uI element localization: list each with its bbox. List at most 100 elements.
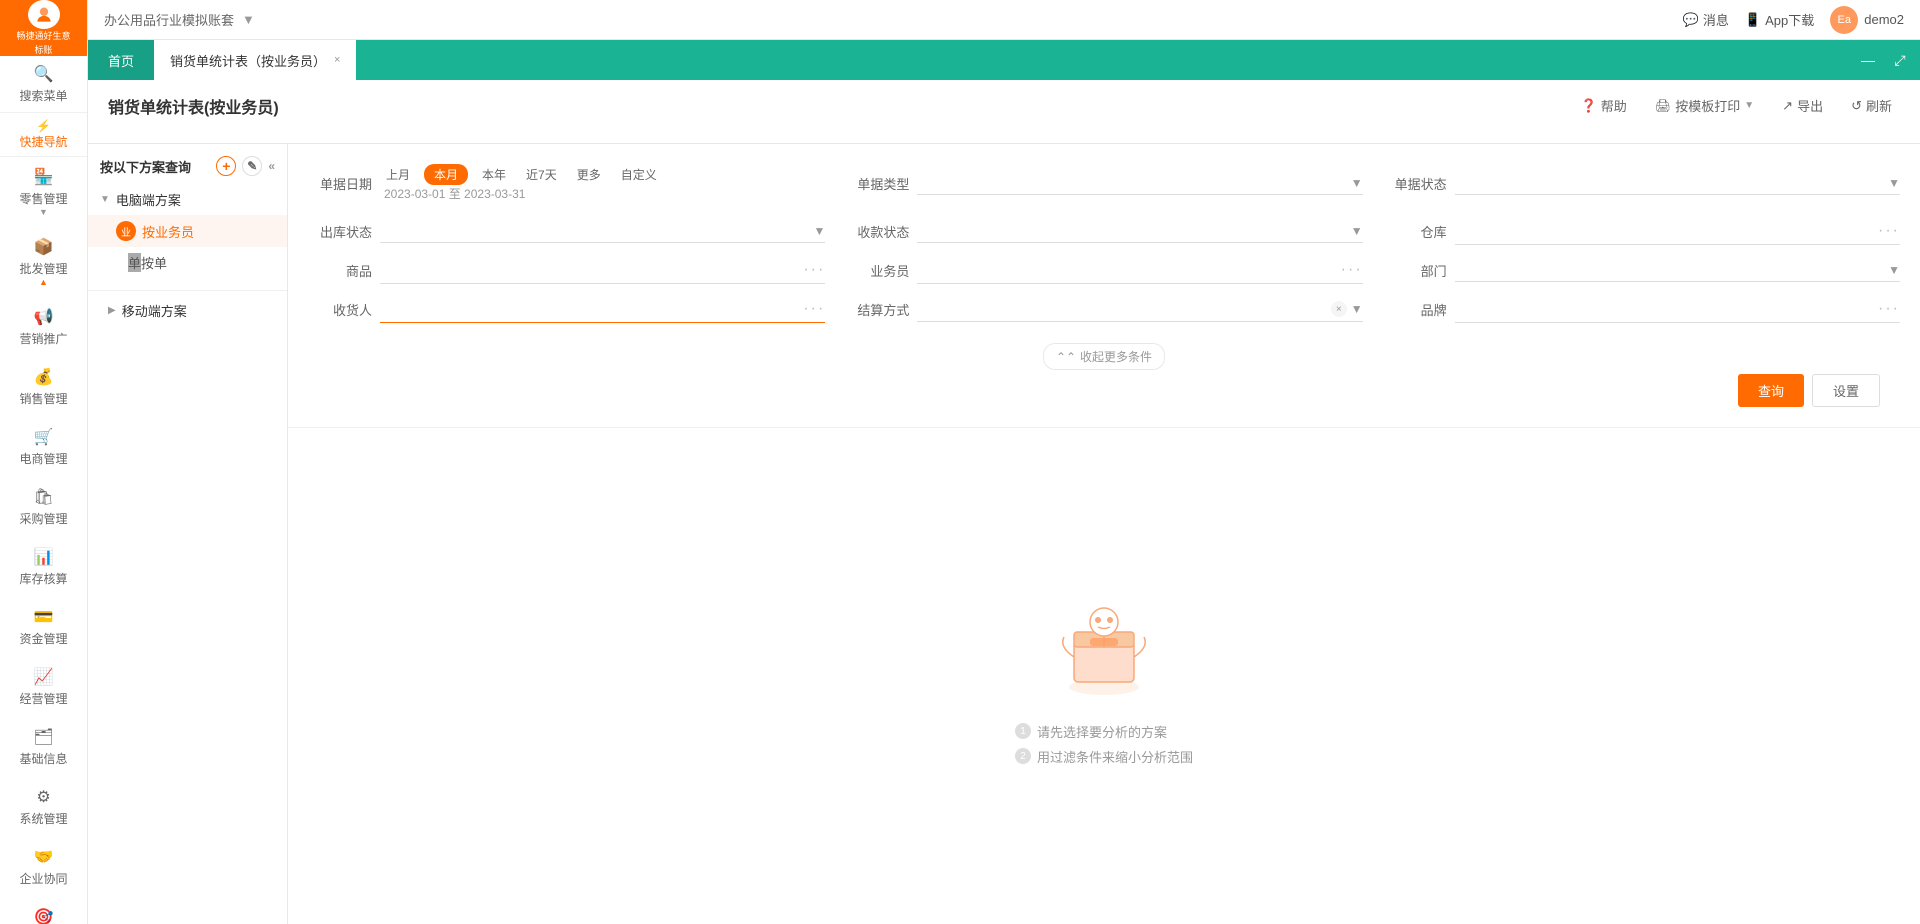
- warehouse-dots[interactable]: ···: [1878, 222, 1900, 240]
- sidebar-item-enterprise[interactable]: 🤝 企业协同: [0, 837, 87, 897]
- help-btn[interactable]: ❓ 帮助: [1573, 92, 1635, 119]
- inventory-icon: 📊: [34, 547, 54, 567]
- salesman-control[interactable]: ···: [917, 257, 1362, 284]
- date-tab-more[interactable]: 更多: [571, 164, 607, 185]
- tree-mobile-section: ▶ 移动端方案: [88, 295, 287, 334]
- date-tabs: 上月 本月 本年 近7天 更多 自定义: [380, 164, 663, 185]
- query-btn[interactable]: 查询: [1738, 374, 1804, 407]
- refresh-btn[interactable]: ↺ 刷新: [1843, 92, 1900, 119]
- message-btn[interactable]: 💬 消息: [1683, 10, 1729, 29]
- brand-label: 品牌: [1383, 300, 1455, 319]
- sidebar-item-inventory[interactable]: 📊 库存核算: [0, 537, 87, 597]
- receipt-status-label: 收款状态: [845, 222, 917, 241]
- consignee-dots[interactable]: ···: [803, 300, 825, 318]
- print-btn[interactable]: 🖨 按模板打印 ▼: [1647, 92, 1762, 119]
- setting-btn[interactable]: 设置: [1812, 374, 1880, 407]
- tree-mobile-header[interactable]: ▶ 移动端方案: [88, 295, 287, 326]
- settlement-label: 结算方式: [845, 300, 917, 319]
- tree-item-salesman[interactable]: 业 按业务员: [88, 215, 287, 247]
- mobile-section-label: 移动端方案: [122, 301, 187, 320]
- brand-control[interactable]: ···: [1455, 296, 1900, 323]
- sidebar-item-retail[interactable]: 🏪 零售管理 ▼: [0, 157, 87, 227]
- salesman-dots[interactable]: ···: [1341, 261, 1363, 279]
- retail-arrow: ▼: [39, 207, 48, 217]
- page-header-wrapper: 销货单统计表(按业务员) ❓ 帮助 🖨 按模板打印 ▼ ↗ 导出: [88, 80, 1920, 144]
- doc-type-control[interactable]: ▼: [917, 172, 1362, 195]
- sidebar-item-basic[interactable]: 🗂 基础信息: [0, 717, 87, 777]
- step-1-text: 请先选择要分析的方案: [1037, 722, 1167, 741]
- sidebar-item-finance[interactable]: 💳 资金管理: [0, 597, 87, 657]
- date-control[interactable]: 上月 本月 本年 近7天 更多 自定义 2023-03-01 至 2023-03…: [380, 160, 825, 206]
- settlement-field: 结算方式 × ▼: [845, 296, 1362, 323]
- date-tab-7days[interactable]: 近7天: [520, 164, 563, 185]
- goods-control[interactable]: ···: [380, 257, 825, 284]
- date-tab-lastmonth[interactable]: 上月: [380, 164, 416, 185]
- sidebar-item-system[interactable]: ⚙ 系统管理: [0, 777, 87, 837]
- date-tab-thisyear[interactable]: 本年: [476, 164, 512, 185]
- tree-pc-header[interactable]: ▼ 电脑端方案: [88, 184, 287, 215]
- user-menu[interactable]: Ea demo2: [1830, 6, 1904, 34]
- goods-dots[interactable]: ···: [803, 261, 825, 279]
- app-download-label: App下载: [1765, 10, 1814, 29]
- right-panel: 单据日期 上月 本月 本年 近7天 更多 自定义 20: [288, 144, 1920, 924]
- newbie-icon: 🎯: [34, 907, 54, 924]
- dept-control[interactable]: ▼: [1455, 259, 1900, 282]
- tab-close-btn[interactable]: ×: [334, 54, 340, 66]
- sidebar-search[interactable]: 🔍 搜索菜单: [0, 56, 87, 113]
- collapse-filters-btn[interactable]: ⌃⌃ 收起更多条件: [1043, 343, 1165, 370]
- system-label: 系统管理: [19, 810, 67, 827]
- sidebar-item-operations[interactable]: 📈 经营管理: [0, 657, 87, 717]
- warehouse-control[interactable]: ···: [1455, 218, 1900, 245]
- sidebar-item-ecommerce[interactable]: 🛒 电商管理: [0, 417, 87, 477]
- date-tab-custom[interactable]: 自定义: [615, 164, 663, 185]
- sidebar-item-wholesale[interactable]: 📦 批发管理 ▲: [0, 227, 87, 297]
- sidebar-item-sales[interactable]: 💰 销售管理: [0, 357, 87, 417]
- date-label: 单据日期: [308, 174, 380, 193]
- empty-state: 1 请先选择要分析的方案 2 用过滤条件来缩小分析范围: [288, 428, 1920, 924]
- mobile-section-arrow: ▶: [108, 305, 116, 316]
- doc-type-label: 单据类型: [845, 174, 917, 193]
- settlement-control[interactable]: × ▼: [917, 297, 1362, 322]
- collapse-panel-btn[interactable]: «: [268, 159, 275, 173]
- brand-dots[interactable]: ···: [1878, 300, 1900, 318]
- brand-field: 品牌 ···: [1383, 296, 1900, 323]
- tab-sales-stats[interactable]: 销货单统计表（按业务员） ×: [154, 40, 356, 80]
- finance-icon: 💳: [34, 607, 54, 627]
- logo-icon: [28, 0, 60, 29]
- content-wrapper: 按以下方案查询 + ✎ « ▼ 电脑端方案 业 按业务员: [88, 144, 1920, 924]
- app-download-icon: 📱: [1745, 12, 1761, 28]
- add-scheme-btn[interactable]: +: [216, 156, 236, 176]
- sidebar-item-purchase[interactable]: 🛍 采购管理: [0, 477, 87, 537]
- tab-home[interactable]: 首页: [88, 40, 154, 80]
- sidebar: 畅捷通好生意 标账 🔍 搜索菜单 ⚡ 快捷导航 🏪 零售管理 ▼ 📦 批发管理 …: [0, 0, 88, 924]
- tree-item-order[interactable]: 单 按单: [88, 247, 287, 278]
- out-status-control[interactable]: ▼: [380, 220, 825, 243]
- receipt-status-control[interactable]: ▼: [917, 220, 1362, 243]
- sidebar-item-marketing[interactable]: 📢 营销推广: [0, 297, 87, 357]
- refresh-label: 刷新: [1866, 96, 1892, 115]
- doc-status-control[interactable]: ▼: [1455, 172, 1900, 195]
- export-btn[interactable]: ↗ 导出: [1774, 92, 1831, 119]
- tab-collapse-btn[interactable]: —: [1856, 48, 1880, 72]
- edit-scheme-btn[interactable]: ✎: [242, 156, 262, 176]
- tab-fullscreen-btn[interactable]: ⤢: [1888, 48, 1912, 72]
- finance-label: 资金管理: [19, 630, 67, 647]
- quicknav-icon: ⚡: [36, 119, 51, 133]
- sidebar-item-newbie[interactable]: 🎯 新手引导: [0, 897, 87, 924]
- topbar-left: 办公用品行业模拟账套 ▼: [104, 10, 255, 29]
- filter-section: 单据日期 上月 本月 本年 近7天 更多 自定义 20: [288, 144, 1920, 428]
- avatar-initials: Ea: [1838, 14, 1851, 26]
- marketing-icon: 📢: [34, 307, 54, 327]
- pc-section-label: 电脑端方案: [116, 190, 181, 209]
- salesman-scheme-label: 按业务员: [142, 222, 194, 241]
- sales-label: 销售管理: [19, 390, 67, 407]
- date-tab-thismonth[interactable]: 本月: [424, 164, 468, 185]
- sidebar-quicknav[interactable]: ⚡ 快捷导航: [0, 113, 87, 157]
- consignee-control[interactable]: ···: [380, 296, 825, 323]
- quicknav-label: 快捷导航: [19, 133, 67, 150]
- app-download-btn[interactable]: 📱 App下载: [1745, 10, 1814, 29]
- topbar-dropdown[interactable]: ▼: [242, 12, 255, 27]
- collapse-label: 收起更多条件: [1080, 348, 1152, 365]
- tabbar: 首页 销货单统计表（按业务员） × — ⤢: [88, 40, 1920, 80]
- settlement-clear-btn[interactable]: ×: [1331, 301, 1347, 317]
